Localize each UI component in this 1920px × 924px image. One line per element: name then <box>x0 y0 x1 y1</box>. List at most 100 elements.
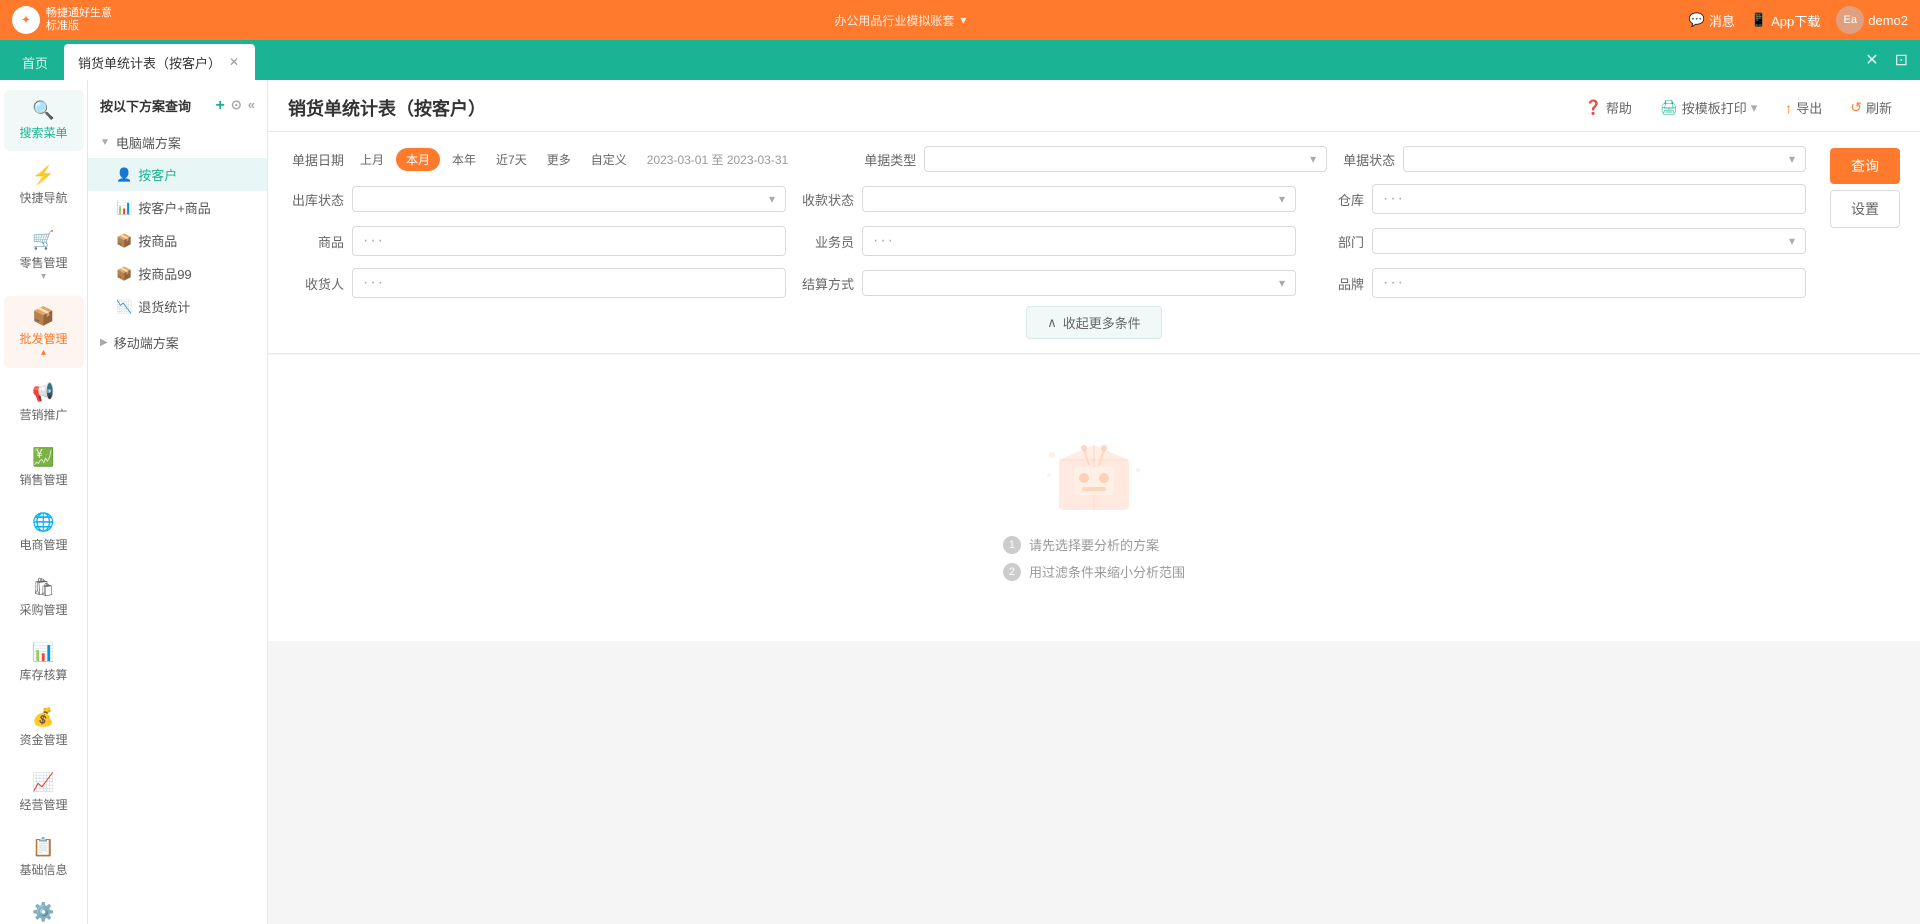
date-shortcut-last-month[interactable]: 上月 <box>352 148 392 171</box>
filter-cell-docstatus: 单据状态 ▾ <box>1339 146 1806 172</box>
page-title: 销货单统计表（按客户） <box>288 95 486 121</box>
paymentstatus-select[interactable]: ▾ <box>862 186 1296 212</box>
refresh-icon: ↺ <box>1850 99 1862 116</box>
empty-illustration <box>1034 415 1154 515</box>
paymentmethod-select[interactable]: ▾ <box>862 270 1296 296</box>
docstatus-select[interactable]: ▾ <box>1403 146 1806 172</box>
department-select[interactable]: ▾ <box>1372 228 1806 254</box>
by-product-icon: 📦 <box>116 233 132 249</box>
collapse-arrow-icon: ∧ <box>1047 315 1057 331</box>
scheme-collapse-icon[interactable]: « <box>248 97 255 115</box>
sidebar-item-sales[interactable]: 💹 销售管理 <box>4 437 84 498</box>
filter-actions: 查询 设置 <box>1830 146 1900 228</box>
warehouse-select[interactable]: ··· <box>1372 184 1806 214</box>
finance-icon: 💰 <box>32 707 54 728</box>
mobile-expand-icon: ▶ <box>100 337 108 348</box>
help-button[interactable]: ❓ 帮助 <box>1576 94 1639 121</box>
scheme-item-return-stats[interactable]: 📉 退货统计 <box>88 290 267 323</box>
scheme-panel-title: 按以下方案查询 <box>100 96 191 115</box>
export-icon: ↑ <box>1785 100 1792 116</box>
collapse-more-button[interactable]: ∧ 收起更多条件 <box>1026 306 1162 339</box>
sidebar-item-purchase[interactable]: 🛍 采购管理 <box>4 567 84 628</box>
industry-arrow-icon[interactable]: ▾ <box>960 13 966 27</box>
scheme-section-mobile-title[interactable]: ▶ 移动端方案 <box>88 327 267 358</box>
page-header: 销货单统计表（按客户） ❓ 帮助 🖨 按模板打印 ▾ ↑ 导出 <box>268 80 1920 132</box>
print-label: 按模板打印 <box>1682 98 1747 117</box>
paymentstatus-arrow-icon: ▾ <box>1279 192 1285 206</box>
filter-cell-product: 商品 ··· <box>288 226 786 256</box>
scheme-section-desktop-title[interactable]: ▼ 电脑端方案 <box>88 127 267 158</box>
scheme-item-by-product[interactable]: 📦 按商品 <box>88 224 267 257</box>
sidebar-item-marketing[interactable]: 📢 营销推广 <box>4 372 84 433</box>
sidebar-label-quick-nav: 快捷导航 <box>19 189 67 206</box>
tab-sales-stat[interactable]: 销货单统计表（按客户） ✕ <box>64 44 255 80</box>
sidebar-item-ecommerce[interactable]: 🌐 电商管理 <box>4 502 84 563</box>
sidebar-label-wholesale: 批发管理 <box>19 330 67 347</box>
print-icon: 🖨 <box>1660 99 1678 116</box>
tab-close-window-icon[interactable]: ✕ <box>1861 46 1882 74</box>
sidebar-item-finance[interactable]: 💰 资金管理 <box>4 697 84 758</box>
sidebar-label-operations: 经营管理 <box>19 796 67 813</box>
desktop-section-label: 电脑端方案 <box>116 133 181 152</box>
paymentstatus-label: 收款状态 <box>798 190 854 209</box>
receiver-select[interactable]: ··· <box>352 268 786 298</box>
sidebar-item-retail[interactable]: 🛒 零售管理 ▾ <box>4 220 84 292</box>
user-menu[interactable]: Ea demo2 <box>1836 6 1908 34</box>
help-label: 帮助 <box>1606 98 1632 117</box>
scheme-section-mobile: ▶ 移动端方案 <box>88 327 267 358</box>
app-download-button[interactable]: 📱 App下载 <box>1751 11 1820 30</box>
empty-hint-1: 1 请先选择要分析的方案 <box>1003 535 1185 554</box>
docstatus-label: 单据状态 <box>1339 150 1395 169</box>
sidebar-label-marketing: 营销推广 <box>19 406 67 423</box>
sidebar-label-basic: 基础信息 <box>19 861 67 878</box>
sidebar-item-inventory[interactable]: 📊 库存核算 <box>4 632 84 693</box>
scheme-add-icon[interactable]: + <box>216 97 225 115</box>
print-button[interactable]: 🖨 按模板打印 ▾ <box>1652 94 1765 121</box>
operations-icon: 📈 <box>32 772 54 793</box>
top-bar-right: 💬 消息 📱 App下载 Ea demo2 <box>1689 6 1908 34</box>
tab-home[interactable]: 首页 <box>8 44 62 80</box>
message-label: 消息 <box>1709 11 1735 30</box>
scheme-item-by-product-99[interactable]: 📦 按商品99 <box>88 257 267 290</box>
sidebar-label-finance: 资金管理 <box>19 731 67 748</box>
scheme-item-customer-product[interactable]: 📊 按客户+商品 <box>88 191 267 224</box>
doctype-select[interactable]: ▾ <box>924 146 1327 172</box>
top-bar-center: 办公用品行业模拟账套 ▾ <box>834 12 966 29</box>
system-icon: ⚙️ <box>32 902 54 923</box>
return-stats-label: 退货统计 <box>138 297 190 316</box>
customer-product-icon: 📊 <box>116 200 132 216</box>
doctype-arrow-icon: ▾ <box>1310 152 1316 166</box>
query-button[interactable]: 查询 <box>1830 148 1900 184</box>
sidebar-item-system[interactable]: ⚙️ 系统管理 <box>4 892 84 924</box>
sidebar-item-operations[interactable]: 📈 经营管理 <box>4 762 84 823</box>
salesperson-select[interactable]: ··· <box>862 226 1296 256</box>
outstatus-label: 出库状态 <box>288 190 344 209</box>
empty-state: 1 请先选择要分析的方案 2 用过滤条件来缩小分析范围 <box>268 355 1920 641</box>
tab-close-icon[interactable]: ✕ <box>227 53 241 71</box>
brand-select[interactable]: ··· <box>1372 268 1806 298</box>
settings-button[interactable]: 设置 <box>1830 190 1900 228</box>
message-button[interactable]: 💬 消息 <box>1689 11 1735 30</box>
refresh-button[interactable]: ↺ 刷新 <box>1842 94 1900 121</box>
export-button[interactable]: ↑ 导出 <box>1777 94 1830 121</box>
sidebar-label-search-menu: 搜索菜单 <box>19 124 67 141</box>
phone-icon: 📱 <box>1751 12 1767 28</box>
mobile-section-label: 移动端方案 <box>114 333 179 352</box>
date-shortcut-more[interactable]: 更多 <box>539 148 579 171</box>
sidebar-item-quick-nav[interactable]: ⚡ 快捷导航 <box>4 155 84 216</box>
tab-maximize-icon[interactable]: ⊡ <box>1891 46 1912 74</box>
sidebar-item-wholesale[interactable]: 📦 批发管理 ▴ <box>4 296 84 368</box>
date-shortcut-this-year[interactable]: 本年 <box>444 148 484 171</box>
scheme-item-by-customer[interactable]: 👤 按客户 <box>88 158 267 191</box>
wholesale-arrow-icon: ▴ <box>41 347 46 358</box>
date-shortcut-7days[interactable]: 近7天 <box>488 148 535 171</box>
scheme-settings-icon[interactable]: ⊙ <box>231 97 242 115</box>
outstatus-select[interactable]: ▾ <box>352 186 786 212</box>
sidebar-item-search-menu[interactable]: 🔍 搜索菜单 <box>4 90 84 151</box>
product-select[interactable]: ··· <box>352 226 786 256</box>
tab-sales-stat-label: 销货单统计表（按客户） <box>78 53 221 72</box>
sidebar-item-basic[interactable]: 📋 基础信息 <box>4 827 84 888</box>
date-shortcut-this-month[interactable]: 本月 <box>396 148 440 171</box>
date-shortcut-custom[interactable]: 自定义 <box>583 148 635 171</box>
salesperson-label: 业务员 <box>798 232 854 251</box>
